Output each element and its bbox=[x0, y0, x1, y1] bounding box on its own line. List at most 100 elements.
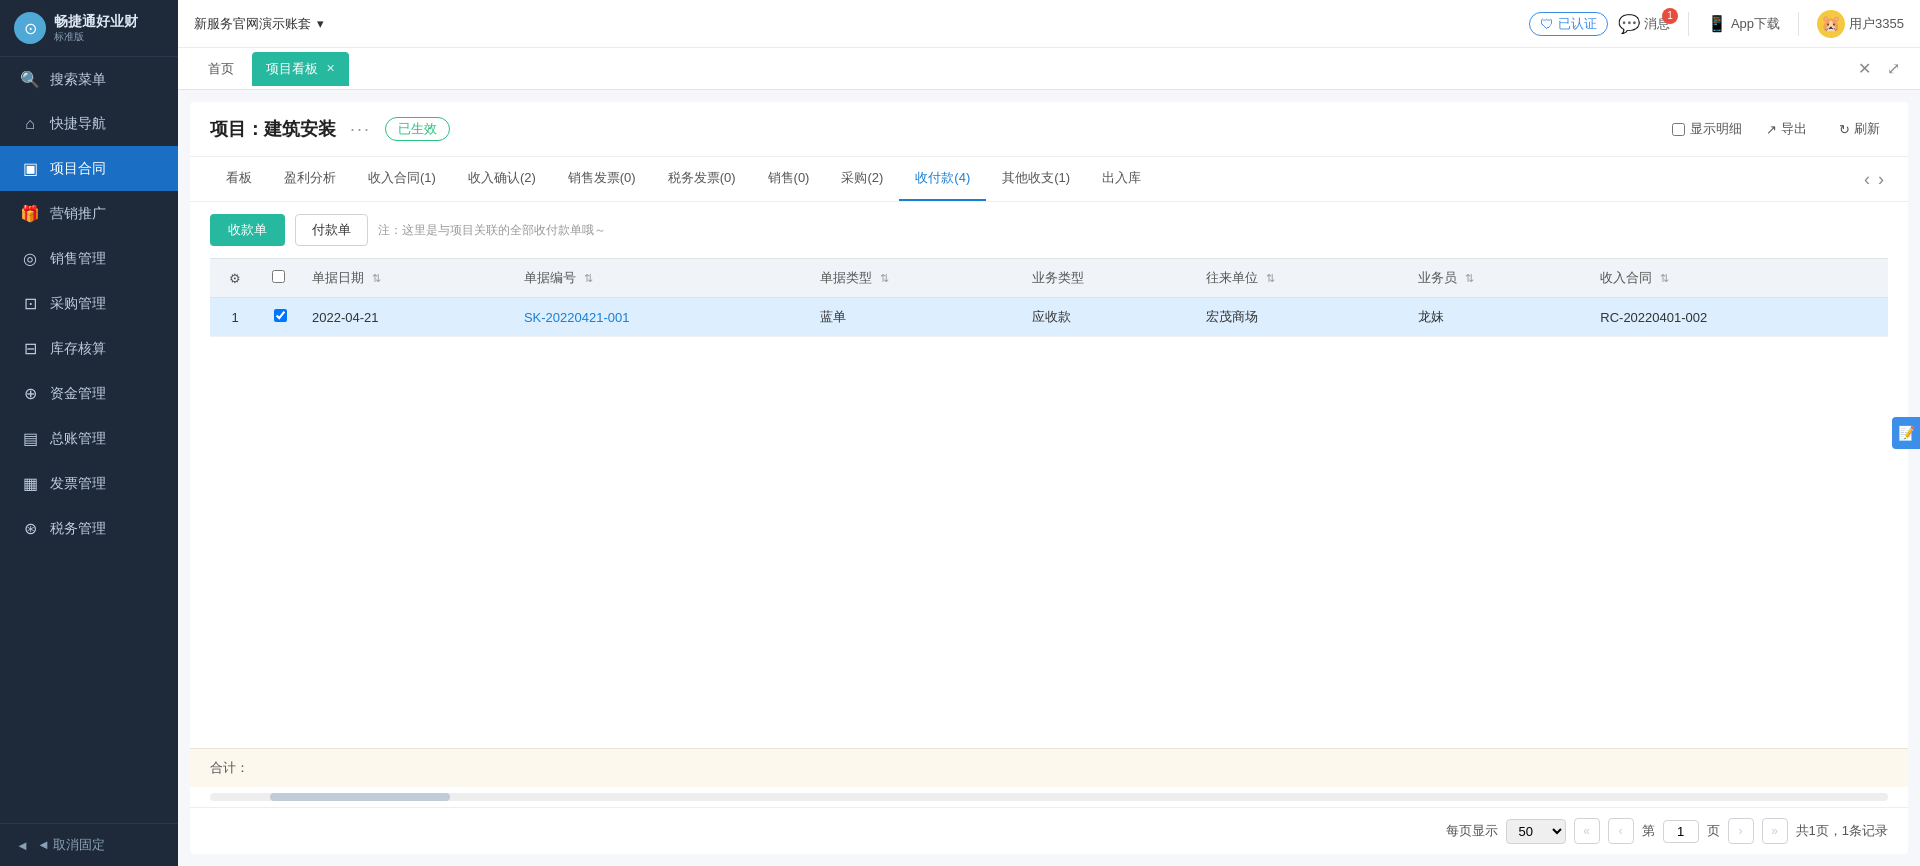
expand-tab-button[interactable]: ⤢ bbox=[1883, 55, 1904, 82]
scrollbar-track bbox=[210, 793, 1888, 801]
sub-tab-sales-invoice[interactable]: 销售发票(0) bbox=[552, 157, 652, 201]
col-partner[interactable]: 往来单位 ⇅ bbox=[1194, 259, 1406, 298]
project-header: 项目：建筑安装 ··· 已生效 显示明细 ↗ 导出 ↻ 刷新 bbox=[190, 102, 1908, 157]
page-number-input[interactable] bbox=[1663, 820, 1699, 843]
export-label: 导出 bbox=[1781, 120, 1807, 138]
sidebar-logo: ⊙ 畅捷通好业财 标准版 bbox=[0, 0, 178, 57]
sort-icon-salesperson: ⇅ bbox=[1465, 272, 1474, 284]
sidebar-item-ledger[interactable]: ▤ 总账管理 bbox=[0, 416, 178, 461]
page-prev-button[interactable]: ‹ bbox=[1608, 818, 1634, 844]
feedback-button[interactable]: 📝 bbox=[1892, 417, 1920, 449]
invoice-icon: ▦ bbox=[20, 474, 40, 493]
sub-tab-purchase-label: 采购(2) bbox=[841, 170, 883, 185]
sub-tabs-nav: ‹ › bbox=[1860, 169, 1888, 190]
sub-tabs-next-icon[interactable]: › bbox=[1874, 169, 1888, 190]
main-area: 新服务官网演示账套 ▾ 🛡 已认证 💬 消息 1 📱 App下载 🐹 用户335… bbox=[178, 0, 1920, 866]
divider bbox=[1688, 12, 1689, 36]
refresh-button[interactable]: ↻ 刷新 bbox=[1831, 116, 1888, 142]
tab-close-icon[interactable]: ✕ bbox=[326, 62, 335, 75]
sort-icon-partner: ⇅ bbox=[1266, 272, 1275, 284]
sidebar-item-sales[interactable]: ◎ 销售管理 bbox=[0, 236, 178, 281]
sidebar-item-contract[interactable]: ▣ 项目合同 bbox=[0, 146, 178, 191]
scrollbar-thumb[interactable] bbox=[270, 793, 450, 801]
table-row[interactable]: 1 2022-04-21 SK-20220421-001 蓝单 应收款 宏茂商场 bbox=[210, 298, 1888, 337]
sub-tab-income-contract-label: 收入合同(1) bbox=[368, 170, 436, 185]
sidebar-item-shortcut[interactable]: ⌂ 快捷导航 bbox=[0, 102, 178, 146]
page-first-button[interactable]: « bbox=[1574, 818, 1600, 844]
sub-tab-receipt[interactable]: 收付款(4) bbox=[899, 157, 986, 201]
sidebar-item-capital[interactable]: ⊕ 资金管理 bbox=[0, 371, 178, 416]
table-scrollbar[interactable] bbox=[190, 787, 1908, 807]
sidebar-unpin-button[interactable]: ◄ ◄ 取消固定 bbox=[0, 823, 178, 866]
project-more-button[interactable]: ··· bbox=[350, 119, 371, 140]
sub-tab-income-contract[interactable]: 收入合同(1) bbox=[352, 157, 452, 201]
inventory-icon: ⊟ bbox=[20, 339, 40, 358]
page-next-button[interactable]: › bbox=[1728, 818, 1754, 844]
tax-icon: ⊛ bbox=[20, 519, 40, 538]
cell-biz-type: 应收款 bbox=[1020, 298, 1194, 337]
table-header-row: ⚙ 单据日期 ⇅ 单据编号 ⇅ bbox=[210, 259, 1888, 298]
select-all-checkbox[interactable] bbox=[272, 270, 285, 283]
sub-tab-income-confirm-label: 收入确认(2) bbox=[468, 170, 536, 185]
total-label: 合计： bbox=[210, 760, 249, 775]
sub-tab-kanban-label: 看板 bbox=[226, 170, 252, 185]
sidebar-item-purchase[interactable]: ⊡ 采购管理 bbox=[0, 281, 178, 326]
sub-tab-income-confirm[interactable]: 收入确认(2) bbox=[452, 157, 552, 201]
app-logo-icon: ⊙ bbox=[14, 12, 46, 44]
cell-salesperson: 龙妹 bbox=[1406, 298, 1588, 337]
col-type[interactable]: 单据类型 ⇅ bbox=[808, 259, 1020, 298]
sidebar-item-label: 搜索菜单 bbox=[50, 71, 106, 89]
col-salesperson[interactable]: 业务员 ⇅ bbox=[1406, 259, 1588, 298]
sidebar-item-search[interactable]: 🔍 搜索菜单 bbox=[0, 57, 178, 102]
col-biz-type-label: 业务类型 bbox=[1032, 270, 1084, 285]
payment-btn[interactable]: 付款单 bbox=[295, 214, 368, 246]
sub-tab-inout[interactable]: 出入库 bbox=[1086, 157, 1157, 201]
app-download-button[interactable]: 📱 App下载 bbox=[1707, 14, 1780, 33]
cell-date: 2022-04-21 bbox=[300, 298, 512, 337]
sub-tab-profit-label: 盈利分析 bbox=[284, 170, 336, 185]
sub-tab-receipt-label: 收付款(4) bbox=[915, 170, 970, 185]
sidebar-item-tax[interactable]: ⊛ 税务管理 bbox=[0, 506, 178, 551]
col-gear[interactable]: ⚙ bbox=[210, 259, 260, 298]
message-button[interactable]: 💬 消息 1 bbox=[1618, 13, 1670, 35]
sidebar-item-invoice[interactable]: ▦ 发票管理 bbox=[0, 461, 178, 506]
page-last-button[interactable]: » bbox=[1762, 818, 1788, 844]
cell-number-link[interactable]: SK-20220421-001 bbox=[524, 310, 630, 325]
sub-tab-profit[interactable]: 盈利分析 bbox=[268, 157, 352, 201]
page-size-select[interactable]: 50 100 200 bbox=[1506, 819, 1566, 844]
sub-tab-kanban[interactable]: 看板 bbox=[210, 157, 268, 201]
sub-tab-purchase[interactable]: 采购(2) bbox=[825, 157, 899, 201]
home-icon: ⌂ bbox=[20, 115, 40, 133]
cell-check[interactable] bbox=[260, 298, 300, 337]
page-size-label: 每页显示 bbox=[1446, 822, 1498, 840]
receipt-btn[interactable]: 收款单 bbox=[210, 214, 285, 246]
sidebar-item-label: 采购管理 bbox=[50, 295, 106, 313]
sub-tab-sales[interactable]: 销售(0) bbox=[752, 157, 826, 201]
tab-home[interactable]: 首页 bbox=[194, 52, 248, 86]
sub-tab-other-income[interactable]: 其他收支(1) bbox=[986, 157, 1086, 201]
sub-tabs-prev-icon[interactable]: ‹ bbox=[1860, 169, 1874, 190]
page-label: 第 bbox=[1642, 822, 1655, 840]
user-menu[interactable]: 🐹 用户3355 bbox=[1817, 10, 1904, 38]
project-label-prefix: 项目： bbox=[210, 119, 264, 139]
unpin-icon: ◄ bbox=[16, 838, 29, 853]
sidebar-item-label: 总账管理 bbox=[50, 430, 106, 448]
sub-tab-other-income-label: 其他收支(1) bbox=[1002, 170, 1070, 185]
show-detail-checkbox[interactable]: 显示明细 bbox=[1672, 120, 1742, 138]
row-checkbox[interactable] bbox=[274, 309, 287, 322]
close-tab-button[interactable]: ✕ bbox=[1854, 55, 1875, 82]
col-income-contract[interactable]: 收入合同 ⇅ bbox=[1588, 259, 1888, 298]
verified-label: 已认证 bbox=[1558, 15, 1597, 33]
refresh-label: 刷新 bbox=[1854, 120, 1880, 138]
show-detail-label: 显示明细 bbox=[1690, 120, 1742, 138]
col-number[interactable]: 单据编号 ⇅ bbox=[512, 259, 808, 298]
show-detail-input[interactable] bbox=[1672, 123, 1685, 136]
tab-project-board[interactable]: 项目看板 ✕ bbox=[252, 52, 349, 86]
account-selector[interactable]: 新服务官网演示账套 ▾ bbox=[194, 15, 1519, 33]
sub-tab-tax-invoice[interactable]: 税务发票(0) bbox=[652, 157, 752, 201]
sidebar-item-marketing[interactable]: 🎁 营销推广 bbox=[0, 191, 178, 236]
cell-number[interactable]: SK-20220421-001 bbox=[512, 298, 808, 337]
col-date[interactable]: 单据日期 ⇅ bbox=[300, 259, 512, 298]
sidebar-item-inventory[interactable]: ⊟ 库存核算 bbox=[0, 326, 178, 371]
export-button[interactable]: ↗ 导出 bbox=[1758, 116, 1815, 142]
